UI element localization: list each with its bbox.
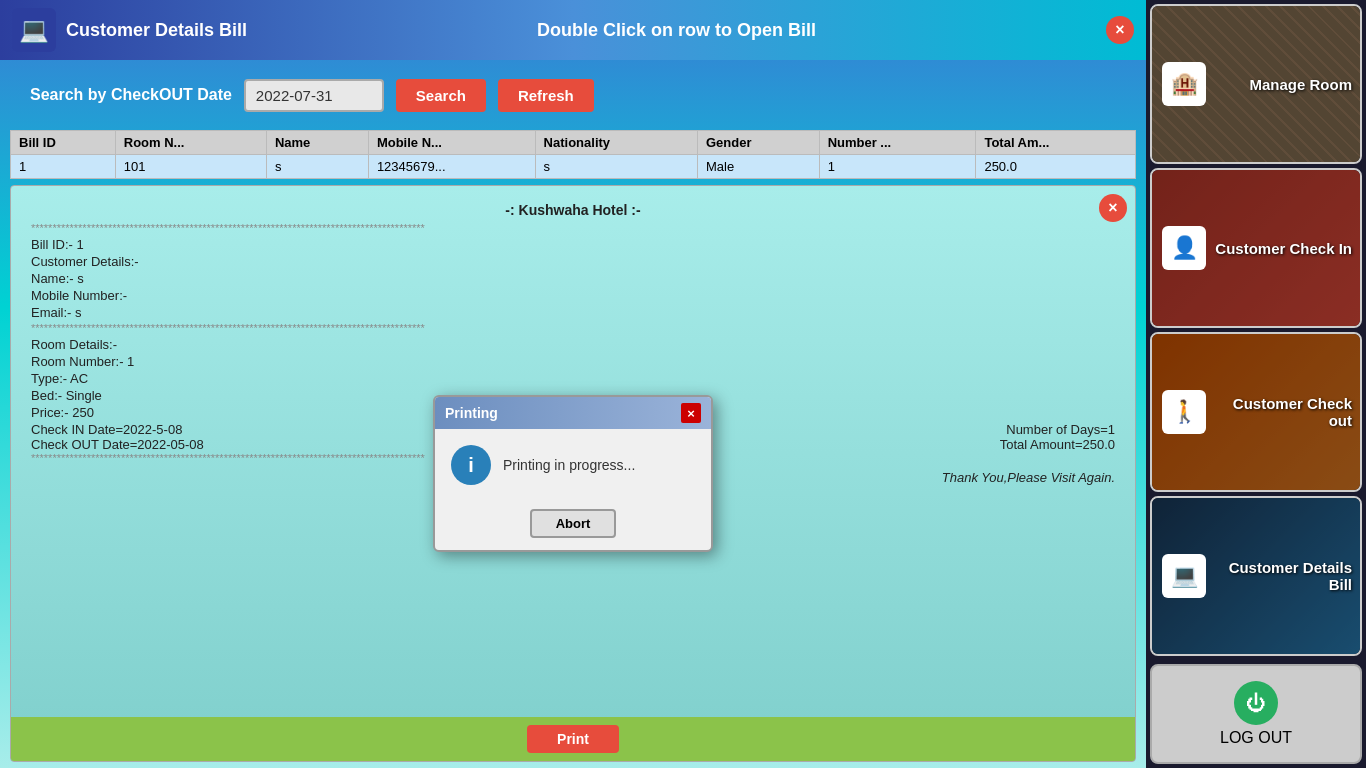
search-bar: Search by CheckOUT Date Search Refresh bbox=[0, 60, 1146, 130]
check-in-icon: 👤 bbox=[1162, 226, 1206, 270]
title-bar-left: 💻 Customer Details Bill bbox=[12, 8, 247, 52]
col-name: Name bbox=[266, 131, 368, 155]
bill-area: × -: Kushwaha Hotel :- *****************… bbox=[10, 185, 1136, 762]
main-window: 💻 Customer Details Bill Double Click on … bbox=[0, 0, 1146, 768]
table-cell: Male bbox=[698, 155, 820, 179]
sidebar-check-in-label: Customer Check In bbox=[1215, 240, 1352, 257]
printing-message: Printing in progress... bbox=[503, 457, 635, 473]
sidebar-check-out-label: Customer Check out bbox=[1212, 395, 1352, 429]
app-title: Customer Details Bill bbox=[66, 20, 247, 41]
table-cell: s bbox=[535, 155, 697, 179]
table-cell: s bbox=[266, 155, 368, 179]
checkout-date-input[interactable] bbox=[244, 79, 384, 112]
logout-button[interactable]: ⏻ LOG OUT bbox=[1150, 664, 1362, 764]
title-bar: 💻 Customer Details Bill Double Click on … bbox=[0, 0, 1146, 60]
printing-dialog-overlay: Printing × i Printing in progress... Abo… bbox=[11, 186, 1135, 761]
manage-room-icon: 🏨 bbox=[1162, 62, 1206, 106]
table-cell: 1 bbox=[819, 155, 976, 179]
details-bill-icon: 💻 bbox=[1162, 554, 1206, 598]
printing-dialog-title-bar: Printing × bbox=[435, 397, 711, 429]
info-icon: i bbox=[451, 445, 491, 485]
printing-dialog-body: i Printing in progress... bbox=[435, 429, 711, 501]
col-bill-id: Bill ID bbox=[11, 131, 116, 155]
table-cell: 250.0 bbox=[976, 155, 1136, 179]
col-mobile: Mobile N... bbox=[368, 131, 535, 155]
window-close-button[interactable]: × bbox=[1106, 16, 1134, 44]
refresh-button[interactable]: Refresh bbox=[498, 79, 594, 112]
table-cell: 101 bbox=[115, 155, 266, 179]
printing-dialog-title-text: Printing bbox=[445, 405, 498, 421]
sidebar-manage-room-label: Manage Room bbox=[1249, 76, 1352, 93]
window-title: Double Click on row to Open Bill bbox=[537, 20, 816, 41]
col-num-days: Number ... bbox=[819, 131, 976, 155]
logout-label: LOG OUT bbox=[1220, 729, 1292, 747]
abort-button[interactable]: Abort bbox=[530, 509, 617, 538]
check-out-icon: 🚶 bbox=[1162, 390, 1206, 434]
printing-dialog-close-button[interactable]: × bbox=[681, 403, 701, 423]
table-container: Bill ID Room N... Name Mobile N... Natio… bbox=[10, 130, 1136, 179]
col-nationality: Nationality bbox=[535, 131, 697, 155]
sidebar-details-bill-label: Customer Details Bill bbox=[1212, 559, 1352, 593]
search-label: Search by CheckOUT Date bbox=[30, 86, 232, 104]
printing-dialog: Printing × i Printing in progress... Abo… bbox=[433, 395, 713, 552]
table-cell: 1 bbox=[11, 155, 116, 179]
table-cell: 12345679... bbox=[368, 155, 535, 179]
col-gender: Gender bbox=[698, 131, 820, 155]
sidebar-item-check-out[interactable]: 🚶 Customer Check out bbox=[1150, 332, 1362, 492]
table-header-row: Bill ID Room N... Name Mobile N... Natio… bbox=[11, 131, 1136, 155]
search-button[interactable]: Search bbox=[396, 79, 486, 112]
sidebar-item-details-bill[interactable]: 💻 Customer Details Bill bbox=[1150, 496, 1362, 656]
logout-icon: ⏻ bbox=[1234, 681, 1278, 725]
bills-table: Bill ID Room N... Name Mobile N... Natio… bbox=[10, 130, 1136, 179]
table-row[interactable]: 1101s12345679...sMale1250.0 bbox=[11, 155, 1136, 179]
printing-dialog-footer: Abort bbox=[435, 501, 711, 550]
sidebar-item-manage-room[interactable]: 🏨 Manage Room bbox=[1150, 4, 1362, 164]
right-sidebar: 🏨 Manage Room 👤 Customer Check In 🚶 Cust… bbox=[1146, 0, 1366, 768]
sidebar-item-check-in[interactable]: 👤 Customer Check In bbox=[1150, 168, 1362, 328]
col-room-number: Room N... bbox=[115, 131, 266, 155]
app-icon: 💻 bbox=[12, 8, 56, 52]
col-total-amount: Total Am... bbox=[976, 131, 1136, 155]
